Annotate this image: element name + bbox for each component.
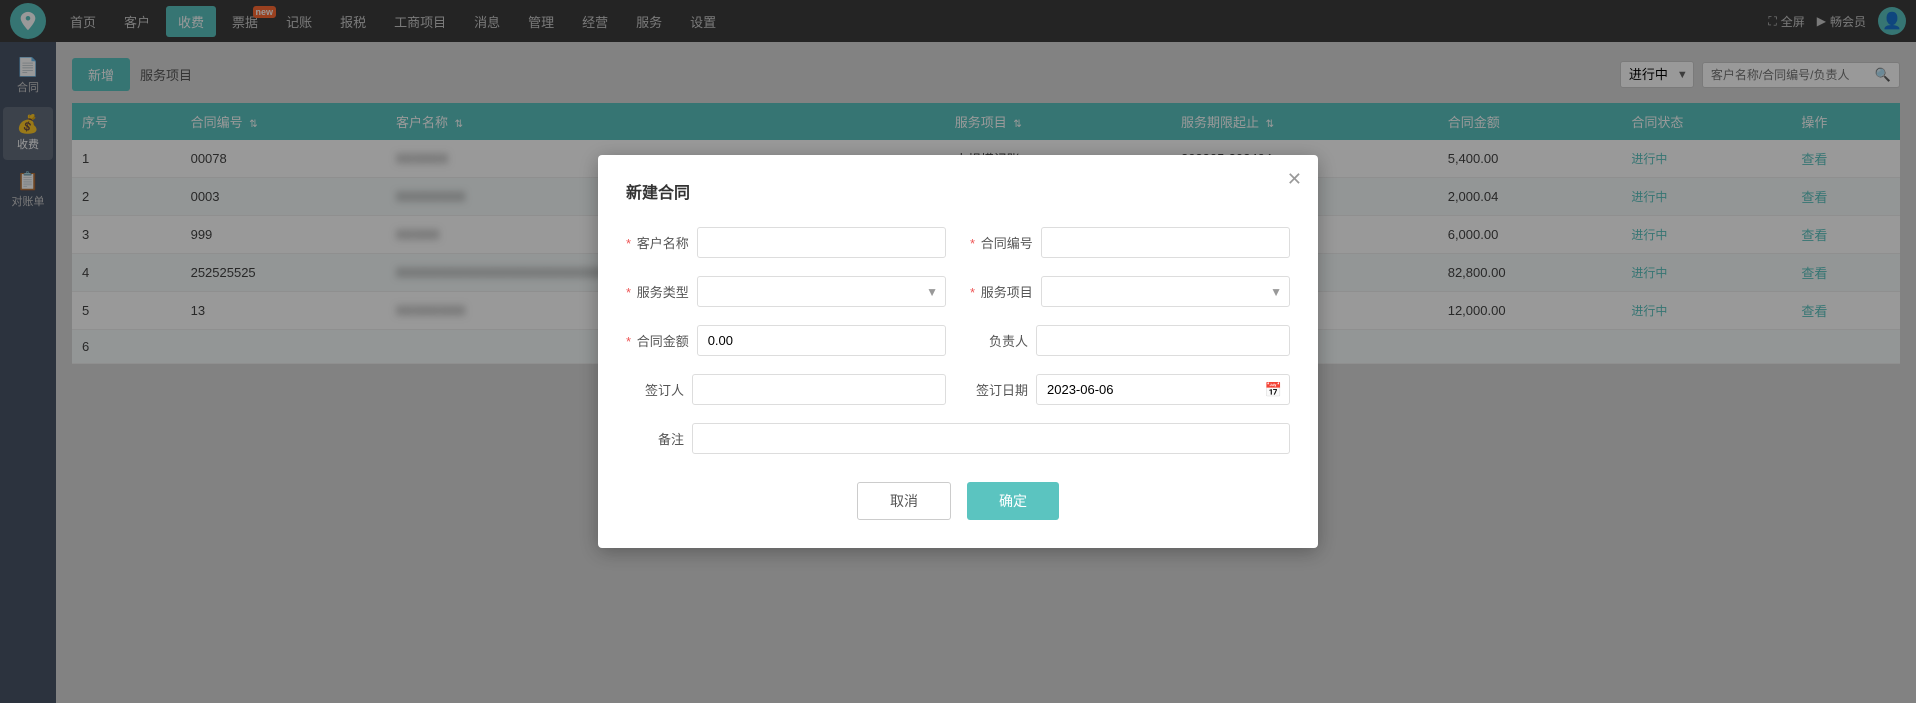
service-item-label: * 服务项目	[970, 282, 1033, 301]
sign-date-label: 签订日期	[970, 380, 1028, 399]
field-contract-no: * 合同编号	[970, 227, 1290, 258]
service-item-select[interactable]	[1041, 276, 1290, 307]
required-customer: *	[626, 236, 631, 251]
contract-no-label: * 合同编号	[970, 233, 1033, 252]
sign-date-input[interactable]	[1036, 374, 1290, 405]
modal-footer: 取消 确定	[626, 482, 1290, 520]
responsible-label: 负责人	[970, 331, 1028, 350]
modal-close-button[interactable]: ✕	[1287, 169, 1302, 190]
amount-input[interactable]	[697, 325, 946, 356]
sign-date-wrap: 📅	[1036, 374, 1290, 405]
service-type-select-wrap: ▼	[697, 276, 946, 307]
customer-name-label: * 客户名称	[626, 233, 689, 252]
form-row-4: 签订人 签订日期 📅	[626, 374, 1290, 405]
field-service-item: * 服务项目 ▼	[970, 276, 1290, 307]
required-service-item: *	[970, 285, 975, 300]
modal-title: 新建合同	[626, 179, 1290, 203]
calendar-icon[interactable]: 📅	[1265, 381, 1282, 398]
service-item-select-wrap: ▼	[1041, 276, 1290, 307]
modal-overlay[interactable]: 新建合同 ✕ * 客户名称 * 合同编号	[0, 0, 1916, 703]
form-row-2: * 服务类型 ▼ * 服务项目	[626, 276, 1290, 307]
form-row-1: * 客户名称 * 合同编号	[626, 227, 1290, 258]
field-notes: 备注	[626, 423, 1290, 454]
confirm-button[interactable]: 确定	[967, 482, 1059, 520]
contract-no-input[interactable]	[1041, 227, 1290, 258]
required-contract-no: *	[970, 236, 975, 251]
field-customer-name: * 客户名称	[626, 227, 946, 258]
signer-label: 签订人	[626, 380, 684, 399]
form-row-3: * 合同金额 负责人	[626, 325, 1290, 356]
notes-input[interactable]	[692, 423, 1290, 454]
responsible-input[interactable]	[1036, 325, 1290, 356]
field-amount: * 合同金额	[626, 325, 946, 356]
notes-label: 备注	[626, 429, 684, 448]
signer-input[interactable]	[692, 374, 946, 405]
field-service-type: * 服务类型 ▼	[626, 276, 946, 307]
field-sign-date: 签订日期 📅	[970, 374, 1290, 405]
new-contract-modal: 新建合同 ✕ * 客户名称 * 合同编号	[598, 155, 1318, 548]
required-amount: *	[626, 334, 631, 349]
field-signer: 签订人	[626, 374, 946, 405]
cancel-button[interactable]: 取消	[857, 482, 951, 520]
service-type-select[interactable]	[697, 276, 946, 307]
service-type-label: * 服务类型	[626, 282, 689, 301]
customer-name-input[interactable]	[697, 227, 946, 258]
form-row-5: 备注	[626, 423, 1290, 454]
amount-label: * 合同金额	[626, 331, 689, 350]
required-service-type: *	[626, 285, 631, 300]
field-responsible: 负责人	[970, 325, 1290, 356]
